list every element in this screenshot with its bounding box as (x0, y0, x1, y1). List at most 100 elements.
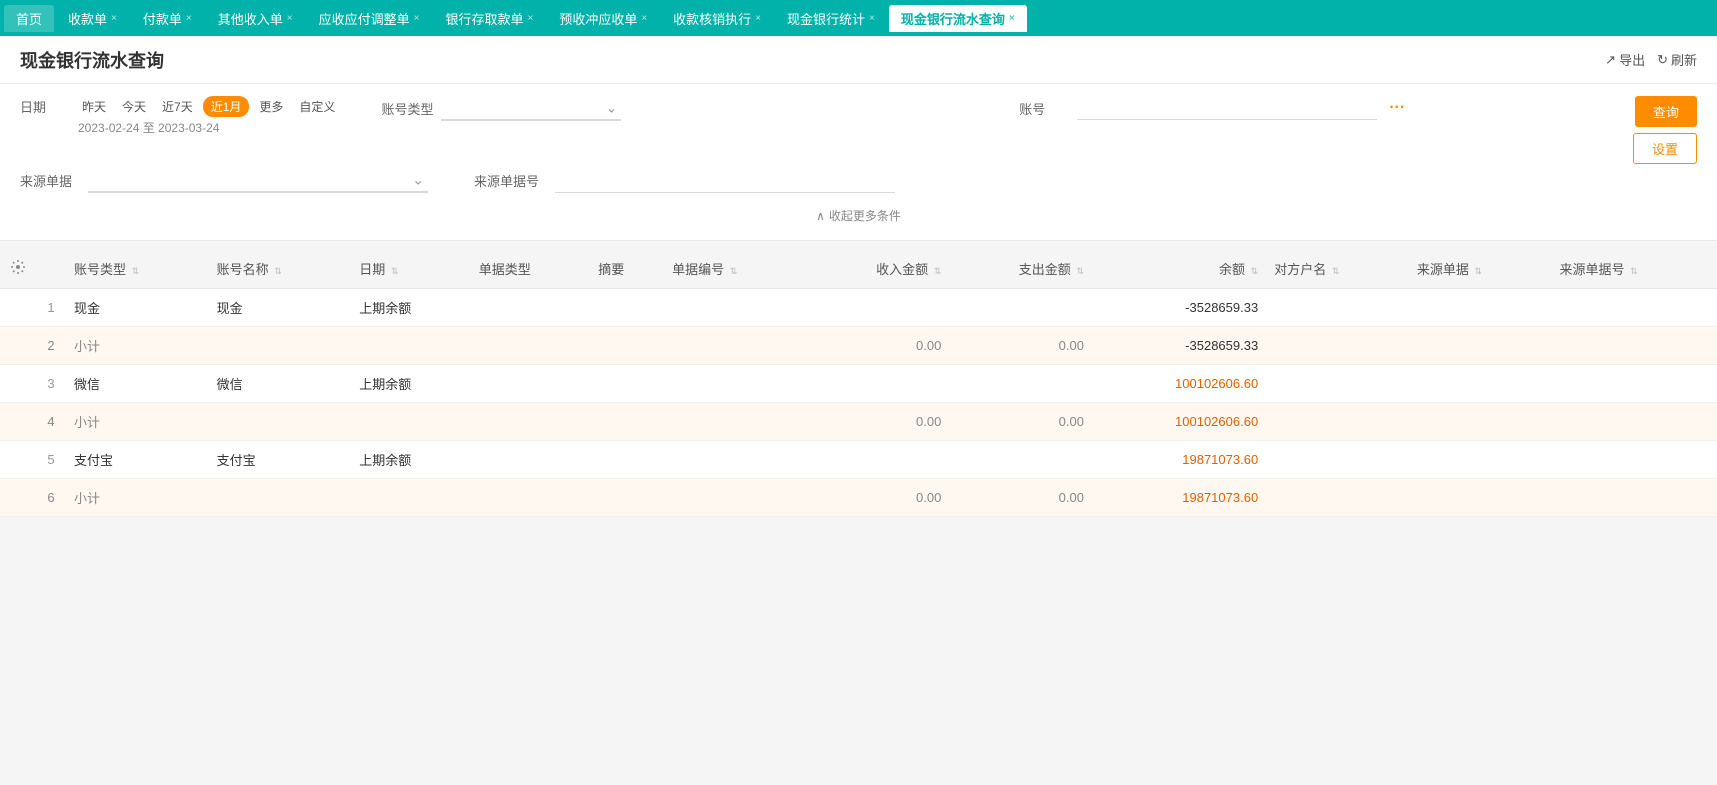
nav-other-income-close[interactable]: × (287, 13, 293, 24)
nav-advance-close[interactable]: × (641, 13, 647, 24)
table-row[interactable]: 3 微信 微信 上期余额 100102606.60 (0, 365, 1717, 403)
th-counterpart[interactable]: 对方户名 ⇅ (1266, 249, 1409, 289)
nav-advance[interactable]: 预收冲应收单 × (547, 5, 659, 32)
date-range-display: 2023-02-24 至 2023-03-24 (78, 121, 219, 135)
nav-verify[interactable]: 收款核销执行 × (661, 5, 773, 32)
row-source-doc-no (1551, 289, 1717, 327)
date-btn-more[interactable]: 更多 (253, 96, 289, 117)
th-row-num (36, 249, 66, 289)
nav-receipt-close[interactable]: × (111, 13, 117, 24)
export-button[interactable]: ↗ 导出 (1605, 50, 1645, 69)
nav-bank-stats[interactable]: 现金银行统计 × (775, 5, 887, 32)
account-more-icon[interactable]: ··· (1389, 99, 1405, 117)
nav-home[interactable]: 首页 (4, 5, 54, 32)
row-balance: -3528659.33 (1092, 327, 1266, 365)
nav-payment[interactable]: 付款单 × (131, 5, 204, 32)
row-income: 0.00 (807, 479, 950, 517)
source-doc-select-wrapper (88, 168, 428, 193)
sort-expense-icon: ⇅ (1076, 266, 1084, 276)
settings-button[interactable]: 设置 (1633, 133, 1697, 164)
account-type-select[interactable] (441, 96, 621, 120)
row-num-cell: 2 (36, 327, 66, 365)
th-account-name[interactable]: 账号名称 ⇅ (209, 249, 352, 289)
sort-balance-icon: ⇅ (1251, 266, 1259, 276)
date-btn-yesterday[interactable]: 昨天 (76, 96, 112, 117)
query-button[interactable]: 查询 (1635, 96, 1697, 127)
account-label: 账号 (1019, 99, 1069, 118)
row-income (807, 441, 950, 479)
row-doc-no (664, 441, 807, 479)
row-num-cell: 4 (36, 403, 66, 441)
th-income[interactable]: 收入金额 ⇅ (807, 249, 950, 289)
nav-adjust[interactable]: 应收应付调整单 × (307, 5, 432, 32)
filter-area: 日期 昨天 今天 近7天 近1月 更多 自定义 2023-02-24 至 202… (0, 84, 1717, 241)
source-doc-select[interactable] (88, 168, 428, 192)
table-row[interactable]: 2 小计 0.00 0.00 -3528659.33 (0, 327, 1717, 365)
nav-payment-close[interactable]: × (186, 13, 192, 24)
date-btn-today[interactable]: 今天 (116, 96, 152, 117)
row-account-type: 小计 (66, 479, 209, 517)
row-source-doc (1409, 365, 1552, 403)
nav-other-income[interactable]: 其他收入单 × (206, 5, 305, 32)
th-doc-type: 单据类型 (471, 249, 591, 289)
row-counterpart (1266, 289, 1409, 327)
table-row[interactable]: 6 小计 0.00 0.00 19871073.60 (0, 479, 1717, 517)
table-body: 1 现金 现金 上期余额 -3528659.33 2 小计 0.00 0.00 … (0, 289, 1717, 517)
date-btn-custom[interactable]: 自定义 (293, 96, 341, 117)
page-header: 现金银行流水查询 ↗ 导出 ↻ 刷新 (0, 36, 1717, 84)
refresh-label: 刷新 (1671, 50, 1697, 69)
row-settings-cell (0, 327, 36, 365)
table-row[interactable]: 5 支付宝 支付宝 上期余额 19871073.60 (0, 441, 1717, 479)
nav-bank-flow-label: 现金银行流水查询 (901, 9, 1005, 28)
row-summary (590, 403, 664, 441)
table-row[interactable]: 4 小计 0.00 0.00 100102606.60 (0, 403, 1717, 441)
account-input[interactable] (1077, 96, 1377, 120)
date-btn-7days[interactable]: 近7天 (156, 96, 199, 117)
nav-verify-close[interactable]: × (755, 13, 761, 24)
row-account-name (209, 479, 352, 517)
nav-bank-flow[interactable]: 现金银行流水查询 × (889, 5, 1027, 32)
date-btn-1month[interactable]: 近1月 (203, 96, 250, 117)
collapse-bar[interactable]: ∧ 收起更多条件 (20, 203, 1697, 232)
nav-adjust-close[interactable]: × (414, 13, 420, 24)
row-date: 上期余额 (351, 365, 471, 403)
row-doc-type (471, 479, 591, 517)
th-date[interactable]: 日期 ⇅ (351, 249, 471, 289)
row-balance: -3528659.33 (1092, 289, 1266, 327)
nav-other-income-label: 其他收入单 (218, 9, 283, 28)
nav-receipt[interactable]: 收款单 × (56, 5, 129, 32)
filter-row-1: 日期 昨天 今天 近7天 近1月 更多 自定义 2023-02-24 至 202… (20, 96, 1697, 164)
refresh-icon: ↻ (1657, 52, 1668, 68)
th-source-doc-no[interactable]: 来源单据号 ⇅ (1551, 249, 1717, 289)
row-source-doc-no (1551, 327, 1717, 365)
row-doc-no (664, 403, 807, 441)
th-doc-no[interactable]: 单据编号 ⇅ (664, 249, 807, 289)
row-num-cell: 1 (36, 289, 66, 327)
nav-bank-stats-close[interactable]: × (869, 13, 875, 24)
th-account-type[interactable]: 账号类型 ⇅ (66, 249, 209, 289)
row-expense (949, 365, 1092, 403)
th-settings[interactable] (0, 249, 36, 289)
row-num-cell: 5 (36, 441, 66, 479)
nav-bank-deposit[interactable]: 银行存取款单 × (433, 5, 545, 32)
row-account-type: 小计 (66, 327, 209, 365)
refresh-button[interactable]: ↻ 刷新 (1657, 50, 1697, 69)
nav-bank-deposit-close[interactable]: × (527, 13, 533, 24)
th-balance[interactable]: 余额 ⇅ (1092, 249, 1266, 289)
table-row[interactable]: 1 现金 现金 上期余额 -3528659.33 (0, 289, 1717, 327)
th-expense[interactable]: 支出金额 ⇅ (949, 249, 1092, 289)
row-income (807, 289, 950, 327)
sort-counterpart-icon: ⇅ (1332, 266, 1340, 276)
row-date: 上期余额 (351, 441, 471, 479)
column-settings-icon (10, 259, 26, 275)
nav-bank-flow-close[interactable]: × (1009, 13, 1015, 24)
th-source-doc[interactable]: 来源单据 ⇅ (1409, 249, 1552, 289)
source-doc-no-input[interactable] (555, 169, 895, 193)
row-balance: 19871073.60 (1092, 441, 1266, 479)
sort-source-doc-no-icon: ⇅ (1630, 266, 1638, 276)
row-summary (590, 289, 664, 327)
row-summary (590, 327, 664, 365)
row-account-type: 微信 (66, 365, 209, 403)
nav-receipt-label: 收款单 (68, 9, 107, 28)
table-container: 账号类型 ⇅ 账号名称 ⇅ 日期 ⇅ 单据类型 摘要 单据编号 ⇅ 收入金额 ⇅… (0, 249, 1717, 517)
